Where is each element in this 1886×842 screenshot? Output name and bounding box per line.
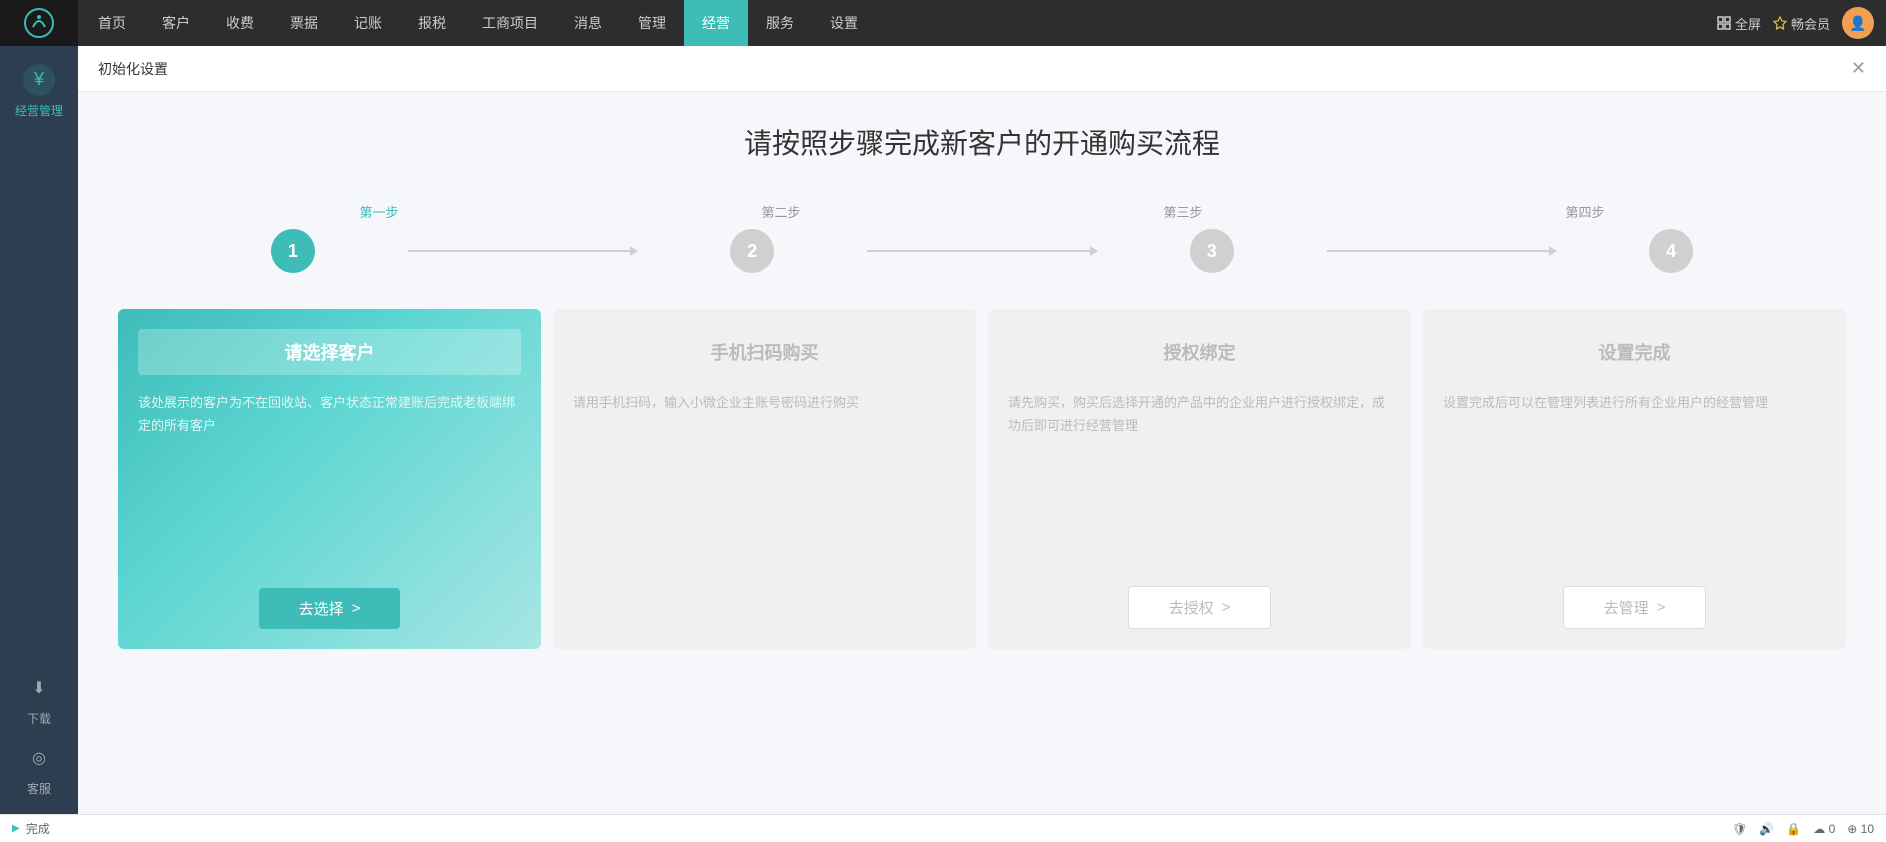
step-1-bubble: 1 <box>271 229 315 273</box>
card-1: 请选择客户 该处展示的客户为不在回收站、客户状态正常建账后完成老板端绑定的所有客… <box>118 309 541 649</box>
nav-item-tax[interactable]: 报税 <box>400 0 464 46</box>
card-4-desc: 设置完成后可以在管理列表进行所有企业用户的经营管理 <box>1443 391 1826 566</box>
nav-item-manage[interactable]: 管理 <box>620 0 684 46</box>
step-2-label: 第二步 <box>580 202 982 221</box>
nav-item-account[interactable]: 记账 <box>336 0 400 46</box>
nav-item-service[interactable]: 服务 <box>748 0 812 46</box>
card-2-desc: 请用手机扫码，输入小微企业主账号密码进行购买 <box>573 391 956 609</box>
card-1-desc: 该处展示的客户为不在回收站、客户状态正常建账后完成老板端绑定的所有客户 <box>138 391 521 568</box>
volume-icon: 🔊 <box>1759 822 1774 836</box>
shield-icon: 🛡 <box>1732 822 1747 836</box>
logo-icon <box>23 7 55 39</box>
step-labels-row: 第一步 第二步 第三步 第四步 <box>118 202 1846 221</box>
card-2-title: 手机扫码购买 <box>573 329 956 375</box>
sidebar: ¥ 经营管理 ⬇ 下载 ◎ 客服 <box>0 46 78 814</box>
card-3-title: 授权绑定 <box>1008 329 1391 375</box>
nav-item-home[interactable]: 首页 <box>80 0 144 46</box>
page-title: 初始化设置 <box>98 59 168 79</box>
sidebar-item-support[interactable]: ◎ 客服 <box>0 734 78 804</box>
card-1-title: 请选择客户 <box>138 329 521 375</box>
card-1-btn-area: 去选择 > <box>138 568 521 629</box>
page-header: 初始化设置 ✕ <box>78 46 1886 92</box>
step-4-bubble: 4 <box>1649 229 1693 273</box>
close-button[interactable]: ✕ <box>1851 58 1866 79</box>
step-line-1 <box>408 250 638 252</box>
step-circles-row: 1 2 3 4 <box>118 229 1846 273</box>
plus-status: ⊕ 10 <box>1847 822 1874 836</box>
step-4-label: 第四步 <box>1384 202 1786 221</box>
card-3-btn-area: 去授权 > <box>1008 566 1391 629</box>
main-title: 请按照步骤完成新客户的开通购买流程 <box>118 122 1846 162</box>
step-1-label: 第一步 <box>178 202 580 221</box>
card-1-button[interactable]: 去选择 > <box>259 588 401 629</box>
download-icon: ⬇ <box>23 672 55 704</box>
card-2-btn-area <box>573 609 956 629</box>
nav-item-operation[interactable]: 经营 <box>684 0 748 46</box>
card-3-desc: 请先购买，购买后选择开通的产品中的企业用户进行授权绑定，成功后即可进行经营管理 <box>1008 391 1391 566</box>
vip-icon <box>1773 16 1787 30</box>
card-4-title: 设置完成 <box>1443 329 1826 375</box>
card-2: 手机扫码购买 请用手机扫码，输入小微企业主账号密码进行购买 <box>553 309 976 649</box>
step-3-bubble: 3 <box>1190 229 1234 273</box>
support-icon: ◎ <box>23 742 55 774</box>
cards-container: 请选择客户 该处展示的客户为不在回收站、客户状态正常建账后完成老板端绑定的所有客… <box>118 309 1846 649</box>
step-2-bubble: 2 <box>730 229 774 273</box>
logo-area <box>0 0 78 46</box>
nav-item-customer[interactable]: 客户 <box>144 0 208 46</box>
step-3-label: 第三步 <box>982 202 1384 221</box>
operation-icon: ¥ <box>23 64 55 96</box>
card-4-btn-area: 去管理 > <box>1443 566 1826 629</box>
nav-items: 首页 客户 收费 票据 记账 报税 工商项目 消息 管理 经营 服务 设置 <box>80 0 876 46</box>
nav-item-business[interactable]: 工商项目 <box>464 0 556 46</box>
fullscreen-icon <box>1717 16 1731 30</box>
fullscreen-btn[interactable]: 全屏 <box>1717 14 1761 33</box>
card-4: 设置完成 设置完成后可以在管理列表进行所有企业用户的经营管理 去管理 > <box>1423 309 1846 649</box>
top-navigation: 首页 客户 收费 票据 记账 报税 工商项目 消息 管理 经营 服务 设置 全屏… <box>0 0 1886 46</box>
sidebar-item-operation[interactable]: ¥ 经营管理 <box>0 56 78 126</box>
main-content: 初始化设置 ✕ 请按照步骤完成新客户的开通购买流程 第一步 第二步 第三步 第四… <box>78 46 1886 814</box>
step-line-3 <box>1327 250 1557 252</box>
cloud-status: ☁ 0 <box>1813 822 1835 836</box>
status-bar-left: ▶ 完成 <box>12 820 50 837</box>
status-bar: ▶ 完成 🛡 🔊 🔒 ☁ 0 ⊕ 10 <box>0 814 1886 842</box>
nav-right-area: 全屏 畅会员 👤 <box>1717 7 1886 39</box>
play-icon[interactable]: ▶ <box>12 823 20 834</box>
steps-layout: 第一步 第二步 第三步 第四步 1 2 3 4 <box>118 202 1846 289</box>
sidebar-bottom-items: ⬇ 下载 ◎ 客服 <box>0 664 78 804</box>
status-text: 完成 <box>26 820 50 837</box>
card-3: 授权绑定 请先购买，购买后选择开通的产品中的企业用户进行授权绑定，成功后即可进行… <box>988 309 1411 649</box>
vip-btn[interactable]: 畅会员 <box>1773 14 1830 33</box>
nav-item-message[interactable]: 消息 <box>556 0 620 46</box>
lock-icon: 🔒 <box>1786 822 1801 836</box>
user-avatar[interactable]: 👤 <box>1842 7 1874 39</box>
content-area: 请按照步骤完成新客户的开通购买流程 第一步 第二步 第三步 第四步 1 2 <box>78 92 1886 814</box>
step-line-2 <box>867 250 1097 252</box>
nav-item-settings[interactable]: 设置 <box>812 0 876 46</box>
status-bar-right: 🛡 🔊 🔒 ☁ 0 ⊕ 10 <box>1732 822 1874 836</box>
nav-item-fee[interactable]: 收费 <box>208 0 272 46</box>
sidebar-item-download[interactable]: ⬇ 下载 <box>0 664 78 734</box>
nav-item-bill[interactable]: 票据 <box>272 0 336 46</box>
card-4-button[interactable]: 去管理 > <box>1563 586 1707 629</box>
card-3-button[interactable]: 去授权 > <box>1128 586 1272 629</box>
